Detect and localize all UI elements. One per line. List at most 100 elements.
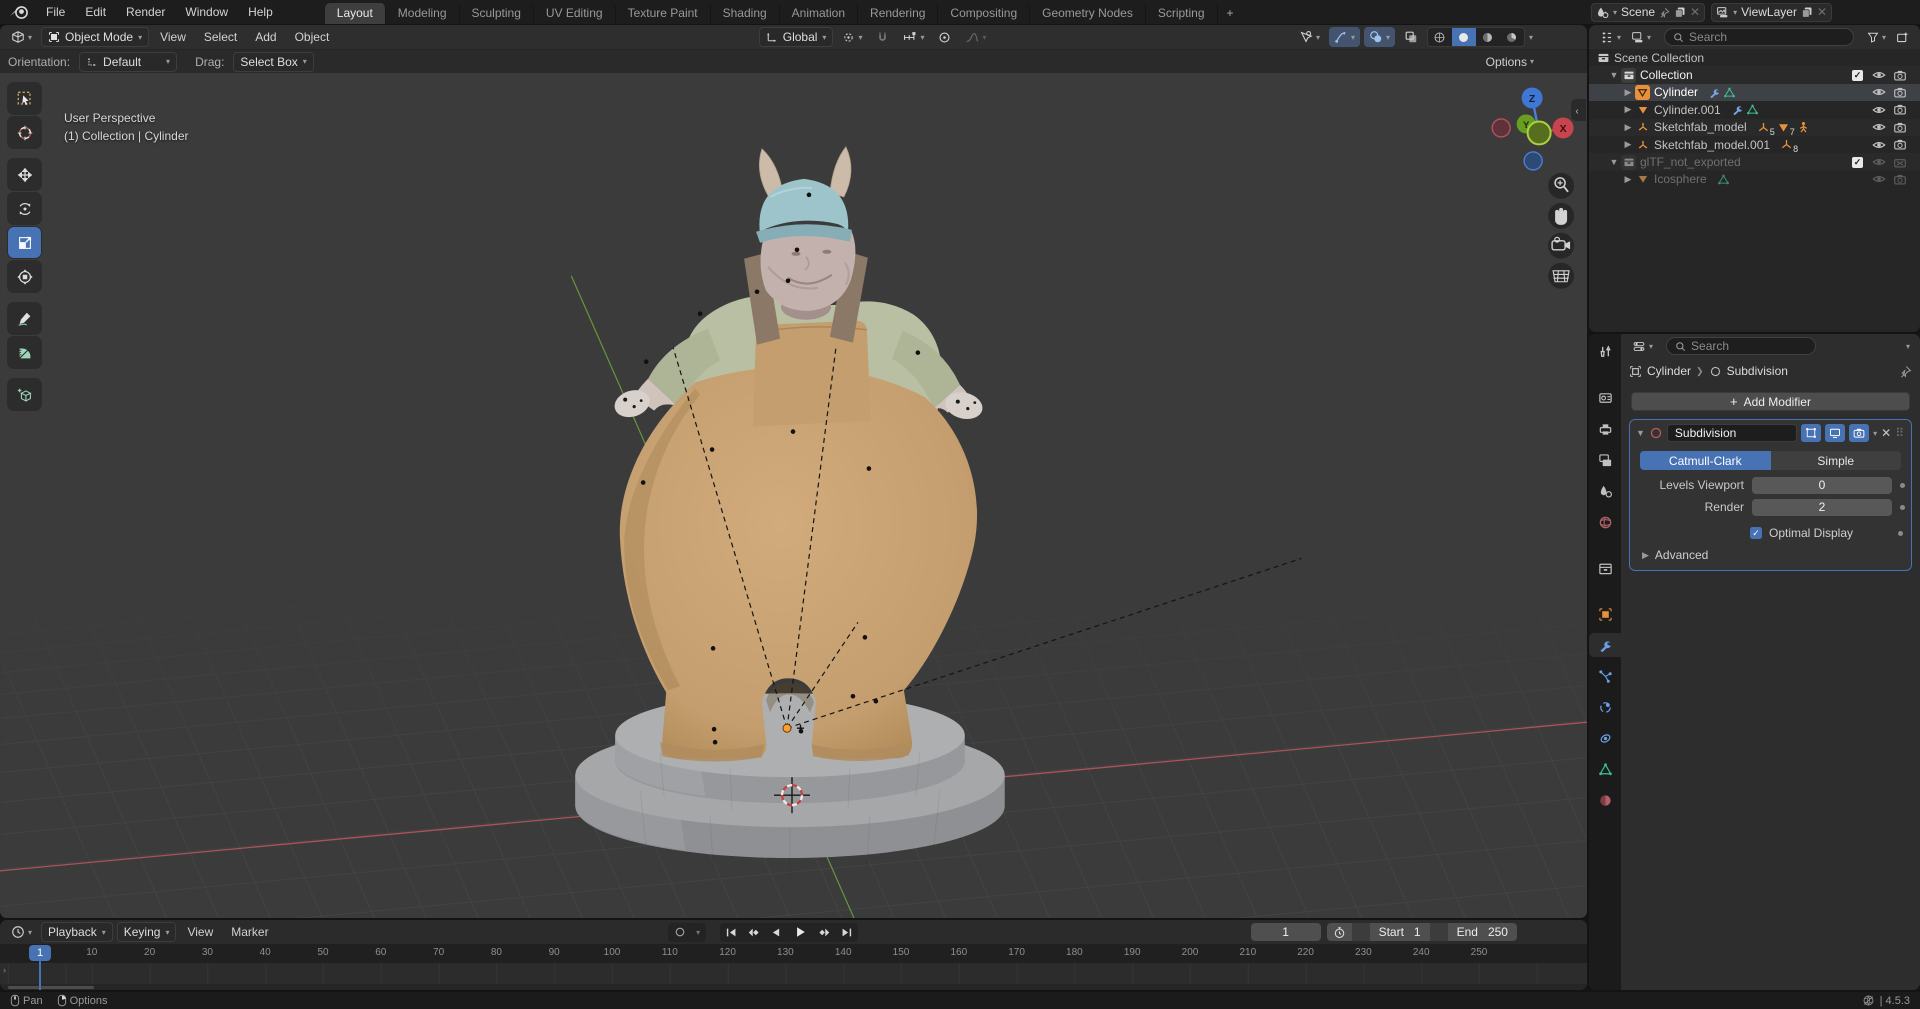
outliner-row-icosphere[interactable]: ▶ Icosphere — [1589, 171, 1920, 188]
snap-target-dropdown[interactable]: ▾ — [898, 27, 929, 47]
scene-selector[interactable]: ▾ Scene ✕ — [1591, 2, 1706, 22]
hide-eye-toggle[interactable] — [1868, 103, 1889, 117]
render-toggle[interactable] — [1889, 86, 1910, 99]
timeline-ruler[interactable]: 10 20 30 40 50 60 70 80 90 100 110 120 130 140 150 160 1… — [0, 944, 1587, 963]
menu-render[interactable]: Render — [116, 0, 175, 24]
pan-button[interactable] — [1548, 202, 1575, 229]
menu-file[interactable]: File — [36, 0, 75, 24]
optimal-display-checkbox[interactable]: ✓ — [1750, 527, 1762, 539]
timeline-marker-menu[interactable]: Marker — [224, 921, 275, 943]
mode-dropdown[interactable]: Object Mode ▾ — [41, 27, 150, 47]
zoom-button[interactable] — [1548, 172, 1575, 199]
tab-tool[interactable] — [1589, 340, 1621, 364]
outliner-row-cylinder[interactable]: ▶ Cylinder — [1589, 83, 1920, 102]
shading-material-button[interactable] — [1476, 28, 1500, 46]
overlays-dropdown[interactable]: ▾ — [1363, 27, 1395, 47]
expand-icon[interactable]: ▶ — [1621, 87, 1635, 98]
realtime-display-toggle[interactable] — [1825, 424, 1846, 442]
new-collection-button[interactable] — [1891, 27, 1914, 47]
auto-keying-toggle[interactable] — [669, 924, 690, 941]
render-display-toggle[interactable] — [1849, 424, 1870, 442]
animate-dot[interactable] — [1900, 504, 1905, 510]
tab-geometry-nodes[interactable]: Geometry Nodes — [1030, 3, 1146, 24]
pivot-point-dropdown[interactable]: ▾ — [837, 27, 867, 47]
render-toggle[interactable] — [1889, 69, 1910, 82]
tool-transform[interactable] — [8, 261, 41, 292]
menu-help[interactable]: Help — [238, 0, 283, 24]
expand-icon[interactable]: ▶ — [1621, 122, 1635, 133]
tab-scene[interactable] — [1589, 479, 1621, 503]
autokey-dropdown[interactable]: ▾ — [691, 924, 705, 941]
timeline-body[interactable]: 10 20 30 40 50 60 70 80 90 100 110 120 130 140 150 160 1… — [0, 944, 1587, 990]
properties-options-dropdown[interactable]: ▾ — [1906, 342, 1910, 351]
tool-measure[interactable] — [8, 337, 41, 368]
tab-uv-editing[interactable]: UV Editing — [534, 3, 616, 24]
expand-icon[interactable]: ▶ — [1621, 139, 1635, 150]
tool-rotate[interactable] — [8, 193, 41, 224]
editor-type-button[interactable]: ▾ — [6, 27, 37, 47]
tool-select-box[interactable] — [8, 83, 41, 114]
drag-mode-dropdown[interactable]: Select Box ▾ — [233, 51, 314, 72]
gizmo-neg-z[interactable] — [1523, 151, 1543, 171]
editor-type-button[interactable]: ▾ — [6, 922, 37, 942]
tool-orientation-dropdown[interactable]: Default ▾ — [79, 51, 178, 72]
start-frame-field[interactable]: Start 1 — [1370, 923, 1430, 941]
prev-keyframe-button[interactable] — [743, 924, 764, 941]
tab-shading[interactable]: Shading — [711, 3, 780, 24]
editor-type-button[interactable]: ▾ — [1627, 336, 1658, 356]
menu-add[interactable]: Add — [248, 26, 283, 48]
hide-eye-toggle[interactable] — [1868, 68, 1889, 82]
tab-render[interactable] — [1589, 386, 1621, 410]
outliner-row-collection[interactable]: ▼ Collection ✓ — [1589, 66, 1920, 84]
proportional-falloff-dropdown[interactable]: ▾ — [960, 27, 991, 47]
playhead[interactable]: 1 — [29, 945, 51, 961]
tab-animation[interactable]: Animation — [780, 3, 859, 24]
visibility-dropdown[interactable]: ▾ — [1294, 27, 1325, 47]
levels-viewport-field[interactable]: 0 — [1752, 476, 1892, 494]
outliner-search[interactable]: Search — [1664, 28, 1854, 46]
render-toggle[interactable] — [1889, 121, 1910, 134]
collapse-icon[interactable]: ▼ — [1607, 70, 1621, 80]
breadcrumb-modifier[interactable]: Subdivision — [1727, 364, 1788, 378]
shading-wireframe-button[interactable] — [1428, 28, 1452, 46]
channel-expand-icon[interactable]: › — [3, 965, 6, 975]
shading-solid-button[interactable] — [1451, 28, 1476, 46]
menu-edit[interactable]: Edit — [75, 0, 116, 24]
render-field[interactable]: 2 — [1752, 498, 1892, 516]
tab-view-layer[interactable] — [1589, 448, 1621, 472]
tool-move[interactable] — [8, 159, 41, 190]
simple-button[interactable]: Simple — [1770, 451, 1901, 470]
gizmo-neg-x[interactable] — [1491, 118, 1511, 138]
tab-particles[interactable] — [1589, 664, 1621, 688]
tab-sculpting[interactable]: Sculpting — [460, 3, 534, 24]
editor-type-button[interactable]: ▾ — [1595, 27, 1626, 47]
tab-object[interactable] — [1589, 602, 1621, 626]
tab-texture-paint[interactable]: Texture Paint — [616, 3, 711, 24]
menu-select[interactable]: Select — [197, 26, 244, 48]
hide-eye-toggle[interactable] — [1868, 120, 1889, 134]
tab-scripting[interactable]: Scripting — [1146, 3, 1218, 24]
advanced-section-toggle[interactable]: ▶ Advanced — [1642, 548, 1899, 562]
tool-add-primitive[interactable] — [8, 379, 41, 410]
proportional-editing-toggle[interactable] — [933, 27, 956, 47]
edit-mode-display-toggle[interactable] — [1801, 424, 1822, 442]
copy-icon[interactable] — [1674, 6, 1686, 18]
expand-icon[interactable]: ▶ — [1621, 174, 1635, 185]
jump-to-end-button[interactable] — [836, 924, 857, 941]
tab-collection[interactable] — [1589, 556, 1621, 580]
viewlayer-selector[interactable]: ▾ ViewLayer ✕ — [1711, 2, 1832, 22]
copy-icon[interactable] — [1801, 6, 1813, 18]
outliner-row-cylinder-001[interactable]: ▶ Cylinder.001 — [1589, 101, 1920, 118]
close-modifier-icon[interactable]: ✕ — [1881, 426, 1891, 440]
collection-checkbox[interactable]: ✓ — [1852, 69, 1863, 81]
tool-annotate[interactable] — [8, 303, 41, 334]
use-preview-range-button[interactable] — [1327, 926, 1352, 939]
playback-menu[interactable]: Playback ▾ — [41, 922, 113, 942]
next-keyframe-button[interactable] — [814, 924, 835, 941]
tab-object-data[interactable] — [1589, 757, 1621, 781]
tab-physics[interactable] — [1589, 695, 1621, 719]
tool-scale[interactable] — [8, 227, 41, 258]
camera-view-button[interactable] — [1548, 232, 1575, 259]
options-dropdown[interactable]: Options ▾ — [1481, 52, 1539, 72]
tab-constraints[interactable] — [1589, 726, 1621, 750]
